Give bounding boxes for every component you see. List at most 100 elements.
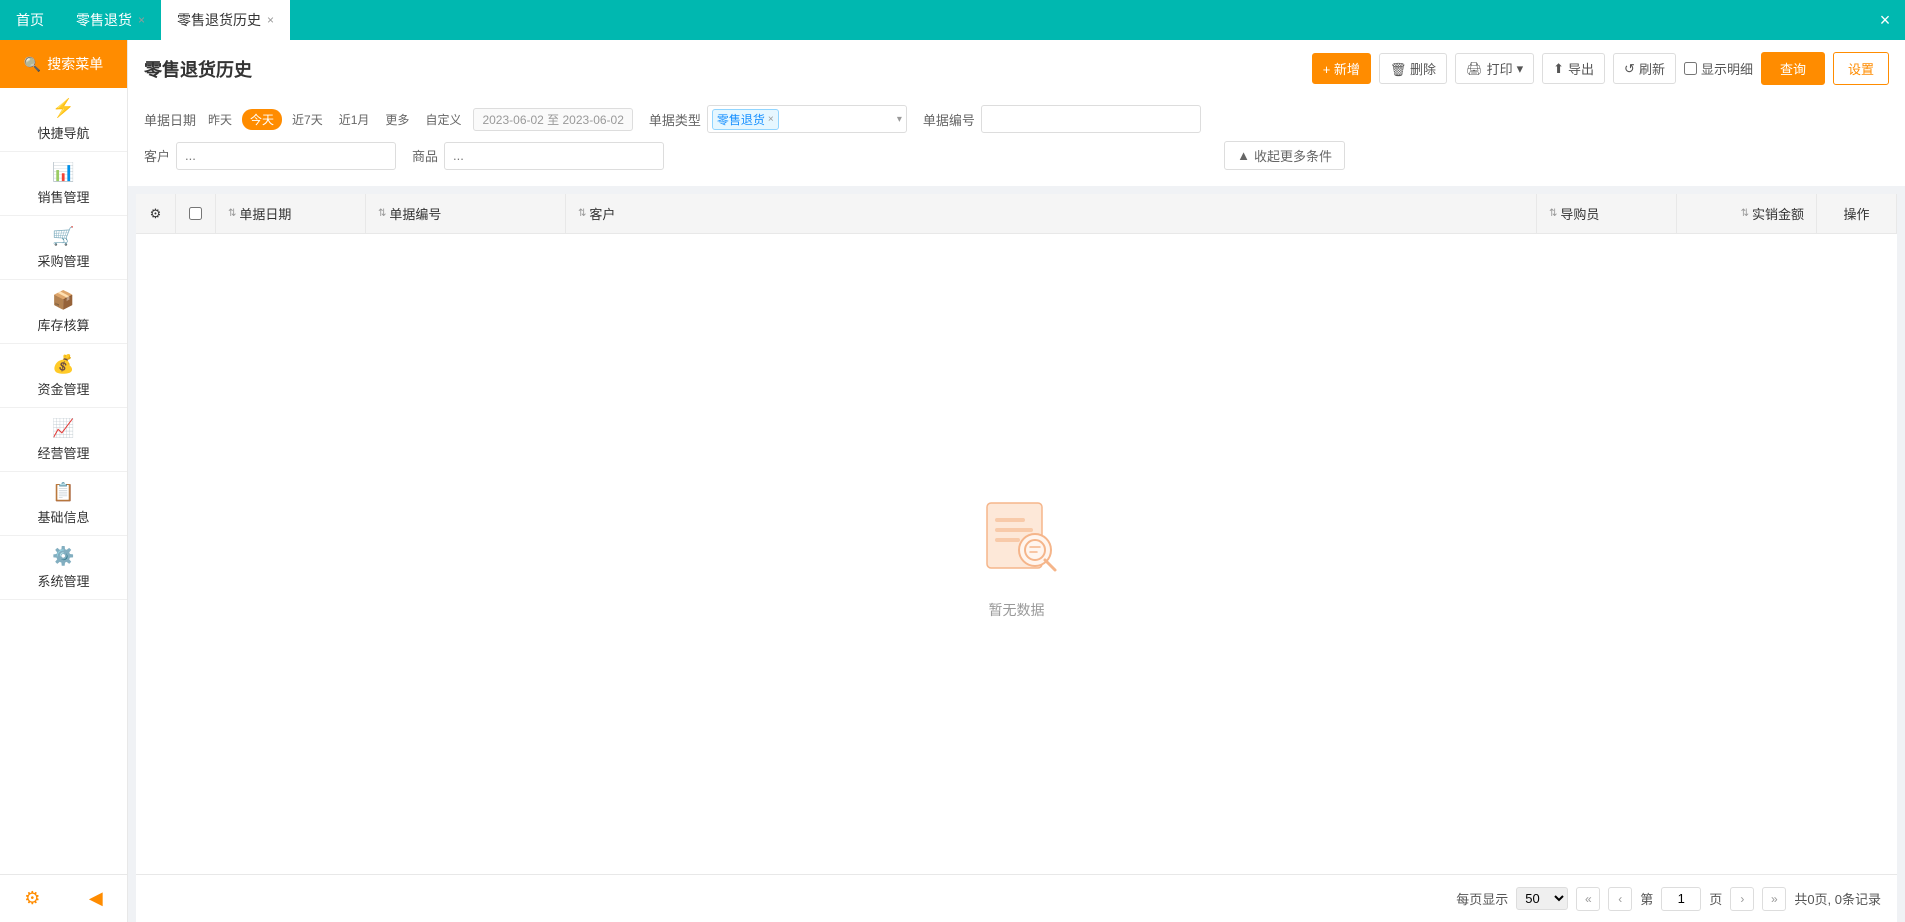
print-icon: 🖨 — [1466, 61, 1483, 77]
customer-input[interactable] — [176, 142, 396, 170]
print-label: 打印 — [1487, 59, 1513, 78]
nav-tabs: 首页 零售退货 × 零售退货历史 × — [0, 0, 1865, 40]
toolbar: + 新增 🗑 删除 🖨 打印 ▾ ⬆ 导出 ↺ 刷新 — [1312, 52, 1889, 85]
th-customer-sort-icon[interactable]: ⇅ — [578, 208, 586, 219]
empty-text: 暂无数据 — [989, 600, 1045, 620]
content-inner: ⚙ ⇅ 单据日期 ⇅ 单据编号 ⇅ 客户 — [128, 186, 1905, 922]
th-customer-label: 客户 — [589, 204, 615, 223]
bill-type-tag-close[interactable]: × — [768, 114, 774, 125]
tab-retail-return-history-label: 零售退货历史 — [177, 10, 261, 30]
export-icon: ⬆ — [1553, 61, 1564, 77]
th-amount: ⇅ 实销金额 — [1677, 194, 1817, 233]
window-close-button[interactable]: × — [1865, 0, 1905, 40]
filter-row-2: 客户 商品 ▲ 收起更多条件 — [144, 141, 1889, 170]
week-btn[interactable]: 近7天 — [286, 109, 329, 130]
sidebar-item-label: 经营管理 — [37, 443, 89, 462]
sidebar-item-label: 系统管理 — [37, 571, 89, 590]
prev-page-button[interactable]: ‹ — [1608, 887, 1632, 911]
show-detail-label: 显示明细 — [1701, 59, 1753, 78]
tab-retail-return-history[interactable]: 零售退货历史 × — [161, 0, 290, 40]
print-button[interactable]: 🖨 打印 ▾ — [1455, 53, 1534, 84]
collapse-button[interactable]: ▲ 收起更多条件 — [1224, 141, 1345, 170]
page-number-input[interactable] — [1661, 887, 1701, 911]
th-action: 操作 — [1817, 194, 1897, 233]
goods-filter: 商品 — [412, 142, 664, 170]
more-btn[interactable]: 更多 — [379, 109, 415, 130]
tab-retail-return-history-close[interactable]: × — [267, 13, 274, 27]
last-page-button[interactable]: » — [1762, 887, 1786, 911]
sidebar-bottom: ⚙ ◀ — [0, 874, 127, 922]
sidebar-item-basic[interactable]: 📋 基础信息 — [0, 472, 127, 536]
th-guide-label: 导购员 — [1560, 204, 1599, 223]
table-header: ⚙ ⇅ 单据日期 ⇅ 单据编号 ⇅ 客户 — [136, 194, 1897, 234]
th-date-label: 单据日期 — [239, 204, 291, 223]
sidebar-item-label: 采购管理 — [37, 251, 89, 270]
sales-icon: 📊 — [52, 162, 74, 183]
show-detail-checkbox-label[interactable]: 显示明细 — [1684, 59, 1753, 78]
tab-retail-return[interactable]: 零售退货 × — [60, 0, 161, 40]
bill-type-tag-text: 零售退货 — [717, 111, 765, 128]
page-size-select[interactable]: 50 20 100 — [1516, 887, 1568, 910]
sidebar-item-operation[interactable]: 📈 经营管理 — [0, 408, 127, 472]
export-button[interactable]: ⬆ 导出 — [1542, 53, 1605, 84]
sidebar-item-system[interactable]: ⚙️ 系统管理 — [0, 536, 127, 600]
system-icon: ⚙️ — [52, 546, 74, 567]
th-billno-sort-icon[interactable]: ⇅ — [378, 208, 386, 219]
next-page-button[interactable]: › — [1730, 887, 1754, 911]
page-unit-label: 页 — [1709, 889, 1722, 908]
goods-input[interactable] — [444, 142, 664, 170]
th-date: ⇅ 单据日期 — [216, 194, 366, 233]
show-detail-checkbox[interactable] — [1684, 62, 1697, 75]
th-setting[interactable]: ⚙ — [136, 194, 176, 233]
collapse-up-icon: ▲ — [1237, 148, 1250, 163]
sidebar-search-button[interactable]: 🔍 搜索菜单 — [0, 40, 127, 88]
refresh-label: 刷新 — [1639, 59, 1665, 78]
th-billno-label: 单据编号 — [389, 204, 441, 223]
first-page-button[interactable]: « — [1576, 887, 1600, 911]
th-amount-sort-icon[interactable]: ⇅ — [1741, 208, 1749, 219]
top-nav: 首页 零售退货 × 零售退货历史 × × — [0, 0, 1905, 40]
th-guide-sort-icon[interactable]: ⇅ — [1549, 208, 1557, 219]
sidebar-item-inventory[interactable]: 📦 库存核算 — [0, 280, 127, 344]
bill-type-tag: 零售退货 × — [712, 109, 779, 130]
th-date-sort-icon[interactable]: ⇅ — [228, 208, 236, 219]
month-btn[interactable]: 近1月 — [333, 109, 376, 130]
sidebar-item-purchase[interactable]: 🛒 采购管理 — [0, 216, 127, 280]
th-checkbox[interactable] — [176, 194, 216, 233]
sidebar-collapse-button[interactable]: ◀ — [89, 888, 103, 909]
bill-type-select[interactable]: 零售退货 × ▾ — [707, 105, 907, 133]
sidebar-item-label: 资金管理 — [37, 379, 89, 398]
setting-button[interactable]: 设置 — [1833, 52, 1889, 85]
basic-icon: 📋 — [52, 482, 74, 503]
tab-retail-return-label: 零售退货 — [76, 10, 132, 30]
search-icon: 🔍 — [24, 56, 41, 73]
purchase-icon: 🛒 — [52, 226, 74, 247]
sidebar-search-label: 搜索菜单 — [47, 54, 103, 74]
custom-btn[interactable]: 自定义 — [419, 109, 467, 130]
empty-state: 暂无数据 — [136, 234, 1897, 874]
sidebar-item-label: 快捷导航 — [37, 123, 89, 142]
filter-area: 单据日期 昨天 今天 近7天 近1月 更多 自定义 2023-06-02 至 2… — [144, 97, 1889, 186]
sidebar-item-label: 销售管理 — [37, 187, 89, 206]
refresh-button[interactable]: ↺ 刷新 — [1613, 53, 1676, 84]
page-header: 零售退货历史 + 新增 🗑 删除 🖨 打印 ▾ ⬆ 导出 ↺ — [128, 40, 1905, 186]
delete-button[interactable]: 🗑 删除 — [1379, 53, 1447, 84]
bill-no-input[interactable] — [981, 105, 1201, 133]
yesterday-btn[interactable]: 昨天 — [202, 109, 238, 130]
new-button[interactable]: + 新增 — [1312, 53, 1371, 84]
sidebar-item-label: 库存核算 — [37, 315, 89, 334]
filter-row-1: 单据日期 昨天 今天 近7天 近1月 更多 自定义 2023-06-02 至 2… — [144, 105, 1889, 133]
query-button[interactable]: 查询 — [1761, 52, 1825, 85]
sidebar-item-quick-nav[interactable]: ⚡ 快捷导航 — [0, 88, 127, 152]
tab-home[interactable]: 首页 — [0, 0, 60, 40]
date-range-display[interactable]: 2023-06-02 至 2023-06-02 — [473, 108, 632, 131]
tab-retail-return-close[interactable]: × — [138, 13, 145, 27]
sidebar-settings-button[interactable]: ⚙ — [24, 888, 40, 909]
bill-type-filter: 单据类型 零售退货 × ▾ — [649, 105, 907, 133]
select-all-checkbox[interactable] — [189, 207, 202, 220]
collapse-label: 收起更多条件 — [1254, 146, 1332, 165]
sidebar-item-sales[interactable]: 📊 销售管理 — [0, 152, 127, 216]
sidebar-menu: ⚡ 快捷导航 📊 销售管理 🛒 采购管理 📦 库存核算 💰 资金管理 📈 — [0, 88, 127, 874]
today-btn[interactable]: 今天 — [242, 109, 282, 130]
sidebar-item-finance[interactable]: 💰 资金管理 — [0, 344, 127, 408]
